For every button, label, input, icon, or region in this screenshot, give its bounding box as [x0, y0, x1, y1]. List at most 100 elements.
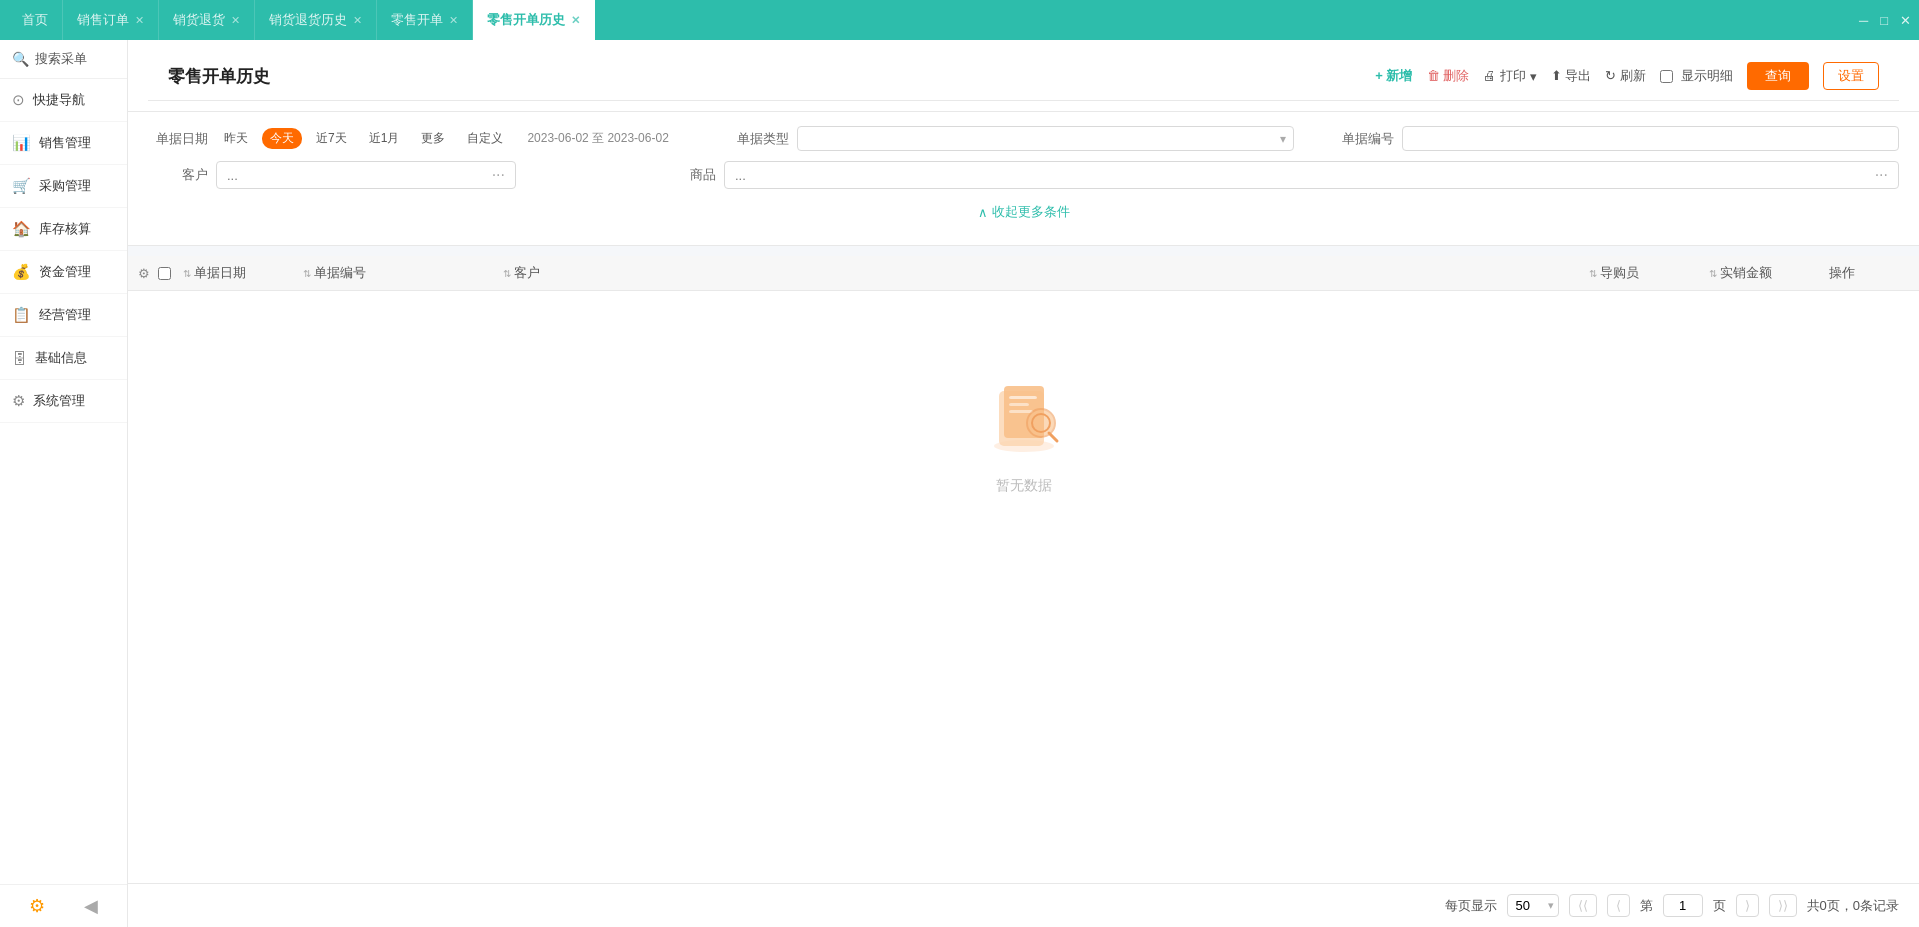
- col-salesperson-label: 导购员: [1600, 264, 1639, 282]
- date-range-display: 2023-06-02 至 2023-06-02: [527, 130, 668, 147]
- tab-sales-return-close[interactable]: ✕: [231, 14, 240, 27]
- date-btn-yesterday[interactable]: 昨天: [216, 128, 256, 149]
- sort-arrow-icon-5: ⇅: [1709, 268, 1717, 279]
- svg-rect-4: [1009, 403, 1029, 406]
- first-page-btn[interactable]: ⟨⟨: [1569, 894, 1597, 917]
- empty-state: 暂无数据: [128, 291, 1919, 575]
- export-button[interactable]: ⬆ 导出: [1551, 67, 1592, 85]
- date-btn-more[interactable]: 更多: [413, 128, 453, 149]
- sidebar-item-quick-nav-label: 快捷导航: [33, 91, 85, 109]
- current-page-input[interactable]: [1663, 894, 1703, 917]
- sidebar-item-inventory[interactable]: 🏠 库存核算: [0, 208, 127, 251]
- tab-retail-open-history[interactable]: 零售开单历史 ✕: [473, 0, 595, 40]
- goods-dots-icon: ···: [1875, 166, 1888, 184]
- show-detail-checkbox[interactable]: [1660, 70, 1673, 83]
- refresh-button[interactable]: ↻ 刷新: [1605, 67, 1646, 85]
- goods-filter-label: 商品: [656, 166, 716, 184]
- sys-mgmt-icon: ⚙: [12, 392, 25, 410]
- col-header-date[interactable]: ⇅ 单据日期: [183, 264, 303, 282]
- select-all-checkbox[interactable]: [158, 267, 171, 280]
- total-info: 共0页，0条记录: [1807, 897, 1899, 915]
- quick-nav-icon: ⊙: [12, 91, 25, 109]
- type-select[interactable]: [797, 126, 1294, 151]
- col-header-customer[interactable]: ⇅ 客户: [503, 264, 1589, 282]
- sort-arrow-icon-2: ⇅: [303, 268, 311, 279]
- sidebar-settings-icon[interactable]: ⚙: [29, 895, 45, 917]
- tab-retail-open[interactable]: 零售开单 ✕: [377, 0, 473, 40]
- col-header-no[interactable]: ⇅ 单据编号: [303, 264, 503, 282]
- col-no-label: 单据编号: [314, 264, 366, 282]
- tab-retail-open-history-close[interactable]: ✕: [571, 14, 580, 27]
- date-btn-custom[interactable]: 自定义: [459, 128, 511, 149]
- table-header: ⚙ ⇅ 单据日期 ⇅ 单据编号 ⇅ 客户 ⇅ 导购员: [128, 256, 1919, 291]
- table-settings-icon[interactable]: ⚙: [138, 266, 150, 281]
- date-filter-label: 单据日期: [148, 130, 208, 148]
- sidebar-search[interactable]: 🔍 搜索采单: [0, 40, 127, 79]
- sidebar-item-sys-mgmt[interactable]: ⚙ 系统管理: [0, 380, 127, 423]
- tab-sales-order[interactable]: 销售订单 ✕: [63, 0, 159, 40]
- print-label: 🖨 打印: [1483, 67, 1526, 85]
- date-btn-1month[interactable]: 近1月: [361, 128, 408, 149]
- sidebar-item-purchase-mgmt[interactable]: 🛒 采购管理: [0, 165, 127, 208]
- last-page-btn[interactable]: ⟩⟩: [1769, 894, 1797, 917]
- sidebar-item-finance[interactable]: 💰 资金管理: [0, 251, 127, 294]
- tab-sales-return-history[interactable]: 销货退货历史 ✕: [255, 0, 377, 40]
- tab-sales-return[interactable]: 销货退货 ✕: [159, 0, 255, 40]
- sidebar-item-base-info-label: 基础信息: [35, 349, 87, 367]
- finance-icon: 💰: [12, 263, 31, 281]
- page-prefix-label: 第: [1640, 897, 1653, 915]
- page-header-wrap: 零售开单历史 + 新增 🗑 删除 🖨 打印 ▾ ⬆ 导出: [128, 40, 1919, 112]
- per-page-select[interactable]: 50 20 100: [1507, 894, 1559, 917]
- query-button[interactable]: 查询: [1747, 62, 1809, 90]
- sidebar-item-base-info[interactable]: 🗄 基础信息: [0, 337, 127, 380]
- goods-input[interactable]: [735, 168, 1875, 183]
- sidebar-collapse-icon[interactable]: ◀: [84, 895, 98, 917]
- sidebar-item-inventory-label: 库存核算: [39, 220, 91, 238]
- print-button[interactable]: 🖨 打印 ▾: [1483, 67, 1537, 85]
- sidebar-item-operations[interactable]: 📋 经营管理: [0, 294, 127, 337]
- col-header-salesperson[interactable]: ⇅ 导购员: [1589, 264, 1709, 282]
- date-btn-today[interactable]: 今天: [262, 128, 302, 149]
- no-input[interactable]: [1413, 131, 1888, 146]
- show-detail-label: 显示明细: [1681, 67, 1733, 85]
- delete-button[interactable]: 🗑 删除: [1427, 67, 1470, 85]
- sidebar-item-finance-label: 资金管理: [39, 263, 91, 281]
- show-detail-toggle[interactable]: 显示明细: [1660, 67, 1733, 85]
- tab-sales-return-history-close[interactable]: ✕: [353, 14, 362, 27]
- sidebar-item-purchase-mgmt-label: 采购管理: [39, 177, 91, 195]
- operations-icon: 📋: [12, 306, 31, 324]
- filter-area: 单据日期 昨天 今天 近7天 近1月 更多 自定义 2023-06-02 至 2…: [128, 112, 1919, 246]
- collapse-btn[interactable]: ∧ 收起更多条件: [978, 199, 1070, 225]
- tab-sales-order-close[interactable]: ✕: [135, 14, 144, 27]
- tab-home[interactable]: 首页: [8, 0, 63, 40]
- tab-home-label: 首页: [22, 11, 48, 29]
- type-select-wrap: ▾: [797, 126, 1294, 151]
- sort-arrow-icon: ⇅: [183, 268, 191, 279]
- tab-sales-order-label: 销售订单: [77, 11, 129, 29]
- sidebar-bottom: ⚙ ◀: [0, 884, 127, 927]
- customer-input[interactable]: [227, 168, 492, 183]
- table-area: ⚙ ⇅ 单据日期 ⇅ 单据编号 ⇅ 客户 ⇅ 导购员: [128, 256, 1919, 883]
- tab-retail-open-close[interactable]: ✕: [449, 14, 458, 27]
- tab-retail-open-label: 零售开单: [391, 11, 443, 29]
- col-header-amount[interactable]: ⇅ 实销金额: [1709, 264, 1829, 282]
- add-button[interactable]: + 新增: [1375, 67, 1412, 85]
- prev-page-btn[interactable]: ⟨: [1607, 894, 1630, 917]
- next-page-btn[interactable]: ⟩: [1736, 894, 1759, 917]
- window-min-btn[interactable]: ─: [1859, 13, 1868, 28]
- filter-date-col: 单据日期 昨天 今天 近7天 近1月 更多 自定义 2023-06-02 至 2…: [148, 128, 669, 149]
- sales-mgmt-icon: 📊: [12, 134, 31, 152]
- setting-button[interactable]: 设置: [1823, 62, 1879, 90]
- window-max-btn[interactable]: □: [1880, 13, 1888, 28]
- add-label: + 新增: [1375, 67, 1412, 85]
- page-header: 零售开单历史 + 新增 🗑 删除 🖨 打印 ▾ ⬆ 导出: [148, 50, 1899, 101]
- sort-arrow-icon-4: ⇅: [1589, 268, 1597, 279]
- svg-line-8: [1049, 433, 1057, 441]
- sidebar-item-sales-mgmt[interactable]: 📊 销售管理: [0, 122, 127, 165]
- sidebar-item-operations-label: 经营管理: [39, 306, 91, 324]
- delete-label: 🗑 删除: [1427, 67, 1470, 85]
- sidebar-item-quick-nav[interactable]: ⊙ 快捷导航: [0, 79, 127, 122]
- tab-retail-open-history-label: 零售开单历史: [487, 11, 565, 29]
- window-close-btn[interactable]: ✕: [1900, 13, 1911, 28]
- date-btn-7days[interactable]: 近7天: [308, 128, 355, 149]
